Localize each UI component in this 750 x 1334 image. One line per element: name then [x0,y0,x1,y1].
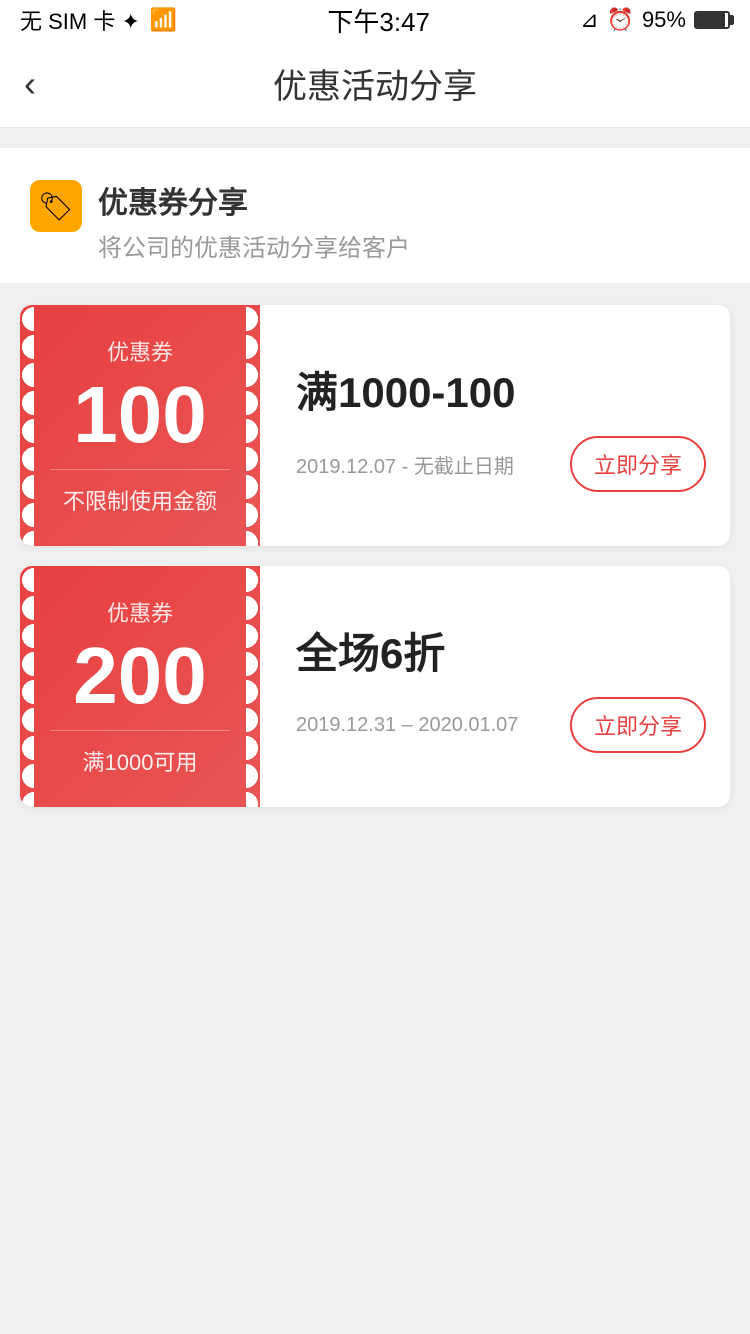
section-header: 🏷 优惠券分享 将公司的优惠活动分享给客户 [0,148,750,283]
status-time: 下午3:47 [327,2,430,39]
section-text: 优惠券分享 将公司的优惠活动分享给客户 [98,178,410,263]
coupon-card-1: 优惠券 100 不限制使用金额 满1000-100 2019.12.07 - 无… [20,305,730,546]
icon-emoji: 🏷 [38,190,74,223]
coupon-right-1: 满1000-100 2019.12.07 - 无截止日期 立即分享 [260,305,730,546]
coupon-meta-2: 2019.12.31 – 2020.01.07 立即分享 [296,697,706,753]
share-button-2[interactable]: 立即分享 [570,697,706,753]
bottom-area [0,827,750,1327]
section-title: 优惠券分享 [98,178,410,222]
share-button-1[interactable]: 立即分享 [570,436,706,492]
coupon-amount-2: 200 [73,636,206,716]
back-button[interactable]: ‹ [24,63,36,105]
coupon-type-2: 优惠券 [107,596,173,628]
coupon-list: 优惠券 100 不限制使用金额 满1000-100 2019.12.07 - 无… [0,285,750,827]
sim-label: 无 SIM 卡 ✦ [20,4,140,36]
nav-bar: ‹ 优惠活动分享 [0,40,750,128]
coupon-name-1: 满1000-100 [296,359,706,420]
coupon-left-1: 优惠券 100 不限制使用金额 [20,305,260,546]
location-icon: ⊿ [580,7,598,33]
coupon-left-2: 优惠券 200 满1000可用 [20,566,260,807]
coupon-amount-1: 100 [73,375,206,455]
coupon-condition-1: 不限制使用金额 [63,484,217,516]
coupon-name-2: 全场6折 [296,620,706,681]
coupon-date-2: 2019.12.31 – 2020.01.07 [296,714,560,737]
coupon-type-1: 优惠券 [107,335,173,367]
status-right: ⊿ ⏰ 95% [580,7,730,33]
coupon-date-1: 2019.12.07 - 无截止日期 [296,450,560,479]
coupon-meta-1: 2019.12.07 - 无截止日期 立即分享 [296,436,706,492]
alarm-icon: ⏰ [607,7,634,33]
coupon-share-icon: 🏷 [30,180,82,232]
coupon-card-2: 优惠券 200 满1000可用 全场6折 2019.12.31 – 2020.0… [20,566,730,807]
coupon-divider-2 [50,730,230,731]
battery-icon [694,11,730,29]
coupon-divider-1 [50,469,230,470]
battery-label: 95% [642,7,686,33]
status-bar: 无 SIM 卡 ✦ 📶 下午3:47 ⊿ ⏰ 95% [0,0,750,40]
coupon-condition-2: 满1000可用 [83,745,198,777]
wifi-icon: 📶 [150,7,177,33]
status-left: 无 SIM 卡 ✦ 📶 [20,4,177,36]
section-subtitle: 将公司的优惠活动分享给客户 [98,228,410,263]
page-title: 优惠活动分享 [273,59,477,108]
coupon-right-2: 全场6折 2019.12.31 – 2020.01.07 立即分享 [260,566,730,807]
